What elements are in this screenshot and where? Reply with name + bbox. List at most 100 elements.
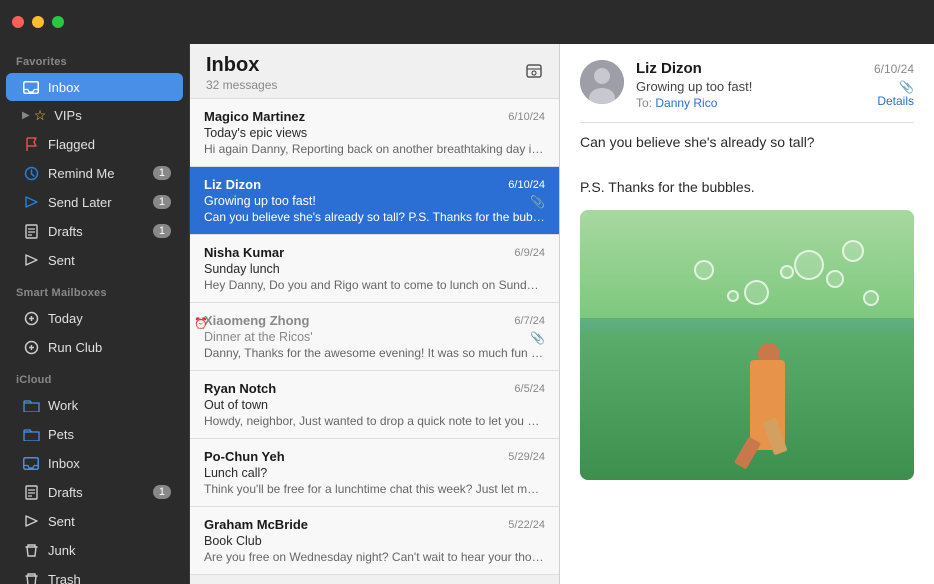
message-item[interactable]: Po-Chun Yeh 5/29/24 Lunch call? Think yo… bbox=[190, 439, 559, 507]
drafts-icon bbox=[22, 222, 40, 240]
sent-label: Sent bbox=[48, 253, 171, 268]
message-list-header: Inbox 32 messages bbox=[190, 44, 559, 99]
icloud-drafts-label: Drafts bbox=[48, 485, 153, 500]
detail-to: To: Danny Rico bbox=[636, 96, 862, 110]
msg-subject: Sunday lunch bbox=[204, 262, 545, 276]
vips-expand-arrow: ▶ bbox=[22, 110, 30, 121]
to-label: To: bbox=[636, 96, 652, 110]
trash-label: Trash bbox=[48, 572, 171, 584]
to-name-link[interactable]: Danny Rico bbox=[655, 96, 717, 110]
sidebar-item-junk[interactable]: Junk bbox=[6, 536, 183, 564]
remind-me-label: Remind Me bbox=[48, 166, 153, 181]
drafts-label: Drafts bbox=[48, 224, 153, 239]
work-folder-icon bbox=[22, 396, 40, 414]
pending-icon: ⏰ bbox=[194, 317, 208, 330]
detail-content: Liz Dizon Growing up too fast! To: Danny… bbox=[560, 44, 934, 584]
msg-sender: Liz Dizon bbox=[204, 177, 261, 192]
icloud-inbox-label: Inbox bbox=[48, 456, 171, 471]
send-later-icon bbox=[22, 193, 40, 211]
message-item[interactable]: Xiaomeng Zhong 6/7/24 Dinner at the Rico… bbox=[190, 303, 559, 371]
sidebar-item-remind-me[interactable]: Remind Me 1 bbox=[6, 159, 183, 187]
detail-header: Liz Dizon Growing up too fast! To: Danny… bbox=[580, 60, 914, 110]
sidebar-item-icloud-inbox[interactable]: Inbox bbox=[6, 449, 183, 477]
icloud-drafts-badge: 1 bbox=[153, 485, 171, 499]
sidebar-item-icloud-sent[interactable]: Sent bbox=[6, 507, 183, 535]
msg-subject: Out of town bbox=[204, 398, 545, 412]
message-item[interactable]: Graham McBride 5/22/24 Book Club Are you… bbox=[190, 507, 559, 575]
messages-scroll[interactable]: Magico Martinez 6/10/24 Today's epic vie… bbox=[190, 99, 559, 584]
filter-icon[interactable] bbox=[525, 63, 543, 84]
msg-sender: Magico Martinez bbox=[204, 109, 305, 124]
bubble bbox=[794, 250, 824, 280]
detail-header-info: Liz Dizon Growing up too fast! To: Danny… bbox=[636, 60, 862, 110]
msg-subject: Lunch call? bbox=[204, 466, 545, 480]
msg-preview: Hi again Danny, Reporting back on anothe… bbox=[204, 142, 545, 156]
msg-sender: Graham McBride bbox=[204, 517, 308, 532]
icloud-drafts-icon bbox=[22, 483, 40, 501]
msg-date: 6/5/24 bbox=[514, 383, 545, 395]
msg-sender: Ryan Notch bbox=[204, 381, 276, 396]
attachment-icon: 📎 bbox=[530, 195, 545, 209]
msg-date: 6/10/24 bbox=[508, 179, 545, 191]
detail-body-line1: Can you believe she's already so tall? bbox=[580, 131, 914, 153]
message-item[interactable]: Nisha Kumar 6/9/24 Sunday lunch Hey Dann… bbox=[190, 235, 559, 303]
detail-body: Can you believe she's already so tall? P… bbox=[580, 131, 914, 198]
sidebar-item-sent[interactable]: Sent bbox=[6, 246, 183, 274]
star-icon: ☆ bbox=[34, 107, 47, 124]
today-label: Today bbox=[48, 311, 171, 326]
drafts-badge: 1 bbox=[153, 224, 171, 238]
msg-preview: Hey Danny, Do you and Rigo want to come … bbox=[204, 278, 545, 292]
close-button[interactable] bbox=[12, 16, 24, 28]
icloud-sent-label: Sent bbox=[48, 514, 171, 529]
message-item[interactable]: Liz Dizon 6/10/24 Growing up too fast! C… bbox=[190, 167, 559, 235]
icloud-section-label: iCloud bbox=[0, 362, 189, 390]
msg-preview: Danny, Thanks for the awesome evening! I… bbox=[204, 346, 545, 360]
msg-subject: Growing up too fast! bbox=[204, 194, 545, 208]
minimize-button[interactable] bbox=[32, 16, 44, 28]
vips-label: VIPs bbox=[54, 108, 81, 123]
titlebar bbox=[0, 0, 934, 44]
sidebar: Favorites Inbox ▶ ☆ VIPs Flagged bbox=[0, 0, 190, 584]
remind-me-badge: 1 bbox=[153, 166, 171, 180]
msg-preview: Are you free on Wednesday night? Can't w… bbox=[204, 550, 545, 564]
sidebar-item-send-later[interactable]: Send Later 1 bbox=[6, 188, 183, 216]
msg-date: 6/7/24 bbox=[514, 315, 545, 327]
message-list-title: Inbox bbox=[206, 54, 277, 77]
sidebar-item-run-club[interactable]: Run Club bbox=[6, 333, 183, 361]
sidebar-item-pets[interactable]: Pets bbox=[6, 420, 183, 448]
run-club-label: Run Club bbox=[48, 340, 171, 355]
msg-date: 6/10/24 bbox=[508, 111, 545, 123]
junk-folder-icon bbox=[22, 541, 40, 559]
sidebar-item-drafts[interactable]: Drafts 1 bbox=[6, 217, 183, 245]
favorites-section-label: Favorites bbox=[0, 44, 189, 72]
msg-date: 5/29/24 bbox=[508, 451, 545, 463]
details-link[interactable]: Details bbox=[874, 94, 914, 108]
flagged-label: Flagged bbox=[48, 137, 171, 152]
message-item[interactable]: Magico Martinez 6/10/24 Today's epic vie… bbox=[190, 99, 559, 167]
send-later-badge: 1 bbox=[153, 195, 171, 209]
sidebar-item-flagged[interactable]: Flagged bbox=[6, 130, 183, 158]
sidebar-item-today[interactable]: Today bbox=[6, 304, 183, 332]
maximize-button[interactable] bbox=[52, 16, 64, 28]
person-figure bbox=[730, 300, 810, 450]
sidebar-item-vips[interactable]: ▶ ☆ VIPs bbox=[6, 102, 183, 129]
msg-sender: Nisha Kumar bbox=[204, 245, 284, 260]
inbox-icon bbox=[22, 78, 40, 96]
sidebar-item-icloud-drafts[interactable]: Drafts 1 bbox=[6, 478, 183, 506]
icloud-sent-icon bbox=[22, 512, 40, 530]
msg-preview: Can you believe she's already so tall? P… bbox=[204, 210, 545, 224]
run-club-icon bbox=[22, 338, 40, 356]
work-label: Work bbox=[48, 398, 171, 413]
message-item[interactable]: Ryan Notch 6/5/24 Out of town Howdy, nei… bbox=[190, 371, 559, 439]
sidebar-item-work[interactable]: Work bbox=[6, 391, 183, 419]
photo-scene bbox=[580, 210, 914, 480]
msg-date: 5/22/24 bbox=[508, 519, 545, 531]
detail-body-line2: P.S. Thanks for the bubbles. bbox=[580, 176, 914, 198]
detail-sender-name: Liz Dizon bbox=[636, 60, 862, 77]
sidebar-item-trash[interactable]: Trash bbox=[6, 565, 183, 584]
detail-subject: Growing up too fast! bbox=[636, 79, 862, 94]
inbox-label: Inbox bbox=[48, 80, 171, 95]
sidebar-item-inbox[interactable]: Inbox bbox=[6, 73, 183, 101]
message-list: Inbox 32 messages Magico Martinez 6/10/2… bbox=[190, 0, 560, 584]
msg-subject: Book Club bbox=[204, 534, 545, 548]
